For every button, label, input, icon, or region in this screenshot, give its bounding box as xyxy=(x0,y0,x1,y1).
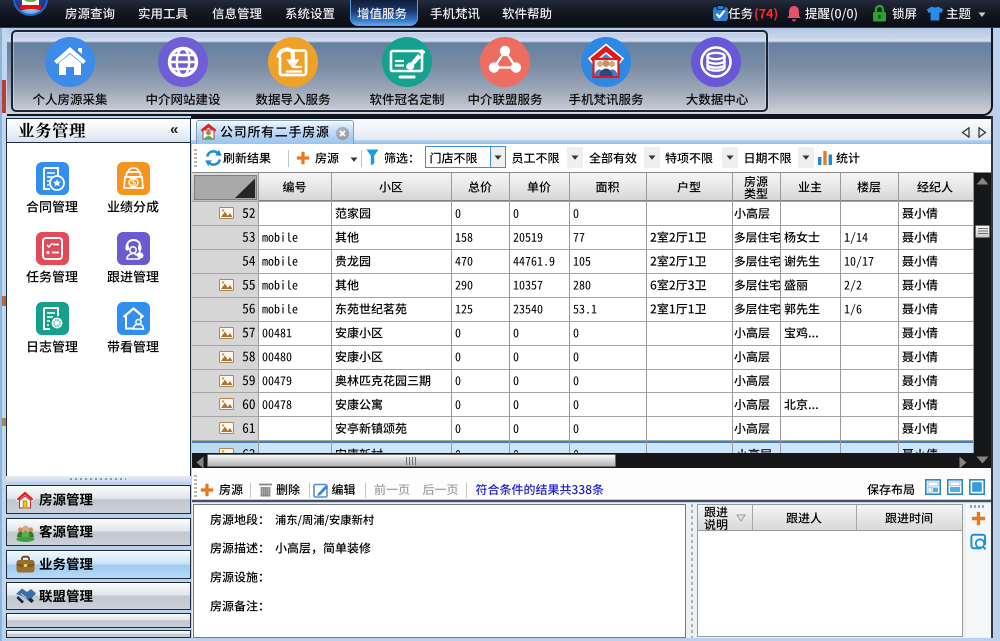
svg-text:$: $ xyxy=(131,178,136,188)
